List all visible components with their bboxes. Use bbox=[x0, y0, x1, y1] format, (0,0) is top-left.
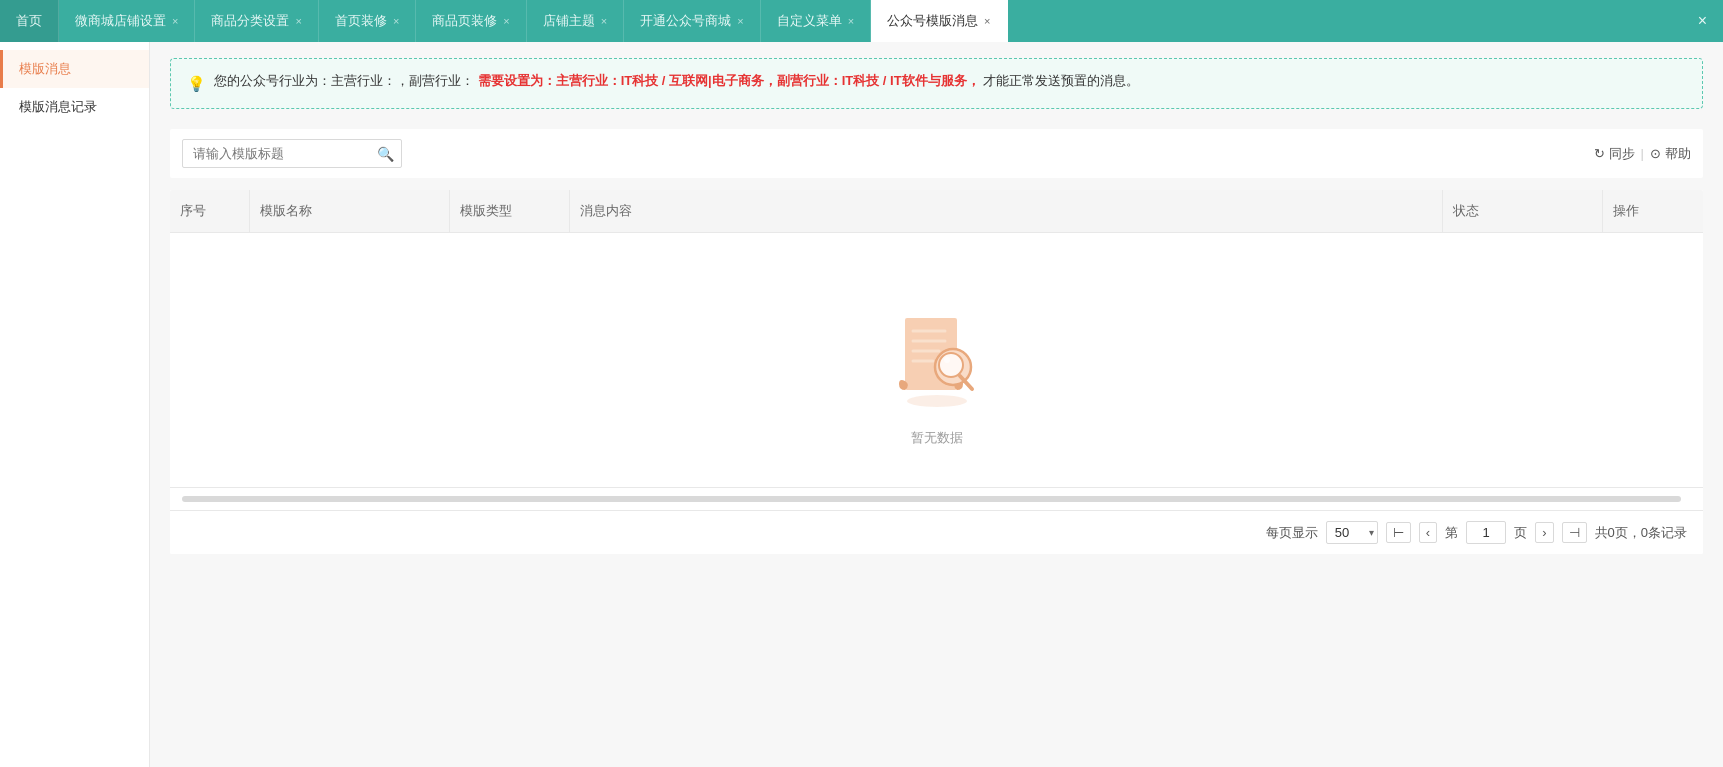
svg-point-0 bbox=[907, 395, 967, 407]
close-icon[interactable]: × bbox=[848, 15, 854, 27]
close-icon[interactable]: × bbox=[984, 15, 990, 27]
main-layout: 模版消息模版消息记录 💡 您的公众号行业为：主营行业：，副营行业： 需要设置为：… bbox=[0, 42, 1723, 767]
divider: | bbox=[1641, 146, 1644, 161]
empty-state: 暂无数据 bbox=[170, 233, 1703, 487]
notice-highlight: 需要设置为：主营行业：IT科技 / 互联网|电子商务，副营行业：IT科技 / I… bbox=[478, 73, 980, 88]
search-input[interactable] bbox=[182, 139, 402, 168]
table-header: 序号模版名称模版类型消息内容状态操作 bbox=[170, 190, 1703, 233]
table-wrap: 序号模版名称模版类型消息内容状态操作 bbox=[170, 190, 1703, 554]
bulb-icon: 💡 bbox=[187, 72, 206, 96]
svg-point-6 bbox=[939, 353, 963, 377]
horizontal-scrollbar[interactable] bbox=[182, 496, 1681, 502]
sidebar: 模版消息模版消息记录 bbox=[0, 42, 150, 767]
search-area: 🔍 ↻ 同步 | ⊙ 帮助 bbox=[170, 129, 1703, 178]
search-left: 🔍 bbox=[182, 139, 402, 168]
table-header-cell: 操作 bbox=[1603, 190, 1703, 232]
global-close-btn[interactable]: × bbox=[1682, 0, 1723, 42]
close-icon[interactable]: × bbox=[601, 15, 607, 27]
table-header-cell: 模版名称 bbox=[250, 190, 450, 232]
table-header-cell: 消息内容 bbox=[570, 190, 1443, 232]
search-icon[interactable]: 🔍 bbox=[377, 146, 394, 162]
close-icon[interactable]: × bbox=[737, 15, 743, 27]
next-page-button[interactable]: › bbox=[1535, 522, 1553, 543]
empty-illustration bbox=[877, 293, 997, 413]
help-button[interactable]: ⊙ 帮助 bbox=[1650, 145, 1691, 163]
scrollbar-row bbox=[170, 487, 1703, 510]
notice-box: 💡 您的公众号行业为：主营行业：，副营行业： 需要设置为：主营行业：IT科技 /… bbox=[170, 58, 1703, 109]
sidebar-item[interactable]: 模版消息记录 bbox=[0, 88, 149, 126]
page-label-before: 第 bbox=[1445, 524, 1458, 542]
nav-item[interactable]: 自定义菜单× bbox=[761, 0, 871, 42]
nav-item[interactable]: 首页装修× bbox=[319, 0, 416, 42]
nav-item[interactable]: 店铺主题× bbox=[527, 0, 624, 42]
per-page-select-wrap: 50 20 100 ▾ bbox=[1326, 521, 1378, 544]
table-header-cell: 状态 bbox=[1443, 190, 1603, 232]
nav-item[interactable]: 商品分类设置× bbox=[195, 0, 318, 42]
sync-icon: ↻ bbox=[1594, 146, 1605, 161]
close-icon[interactable]: × bbox=[393, 15, 399, 27]
total-info: 共0页，0条记录 bbox=[1595, 524, 1687, 542]
per-page-label: 每页显示 bbox=[1266, 524, 1318, 542]
nav-item[interactable]: 公众号模版消息× bbox=[871, 0, 1007, 42]
sync-button[interactable]: ↻ 同步 bbox=[1594, 145, 1635, 163]
nav-item[interactable]: 微商城店铺设置× bbox=[59, 0, 195, 42]
last-page-button[interactable]: ⊣ bbox=[1562, 522, 1587, 543]
top-nav: 首页微商城店铺设置×商品分类设置×首页装修×商品页装修×店铺主题×开通公众号商城… bbox=[0, 0, 1723, 42]
close-icon[interactable]: × bbox=[295, 15, 301, 27]
empty-text: 暂无数据 bbox=[911, 429, 963, 447]
nav-item[interactable]: 首页 bbox=[0, 0, 59, 42]
page-number-input[interactable] bbox=[1466, 521, 1506, 544]
per-page-select[interactable]: 50 20 100 bbox=[1326, 521, 1378, 544]
svg-point-8 bbox=[944, 357, 950, 363]
first-page-button[interactable]: ⊢ bbox=[1386, 522, 1411, 543]
sidebar-item[interactable]: 模版消息 bbox=[0, 50, 149, 88]
close-icon[interactable]: × bbox=[503, 15, 509, 27]
table-header-cell: 序号 bbox=[170, 190, 250, 232]
table-header-cell: 模版类型 bbox=[450, 190, 570, 232]
search-right: ↻ 同步 | ⊙ 帮助 bbox=[1594, 145, 1691, 163]
close-icon[interactable]: × bbox=[172, 15, 178, 27]
nav-item[interactable]: 开通公众号商城× bbox=[624, 0, 760, 42]
prev-page-button[interactable]: ‹ bbox=[1419, 522, 1437, 543]
nav-item[interactable]: 商品页装修× bbox=[416, 0, 526, 42]
page-label-after: 页 bbox=[1514, 524, 1527, 542]
help-icon: ⊙ bbox=[1650, 146, 1661, 161]
notice-text: 您的公众号行业为：主营行业：，副营行业： 需要设置为：主营行业：IT科技 / 互… bbox=[214, 71, 1139, 92]
search-input-wrap: 🔍 bbox=[182, 139, 402, 168]
content-area: 💡 您的公众号行业为：主营行业：，副营行业： 需要设置为：主营行业：IT科技 /… bbox=[150, 42, 1723, 767]
pagination: 每页显示 50 20 100 ▾ ⊢ ‹ 第 页 › ⊣ 共0页，0条记录 bbox=[170, 510, 1703, 554]
